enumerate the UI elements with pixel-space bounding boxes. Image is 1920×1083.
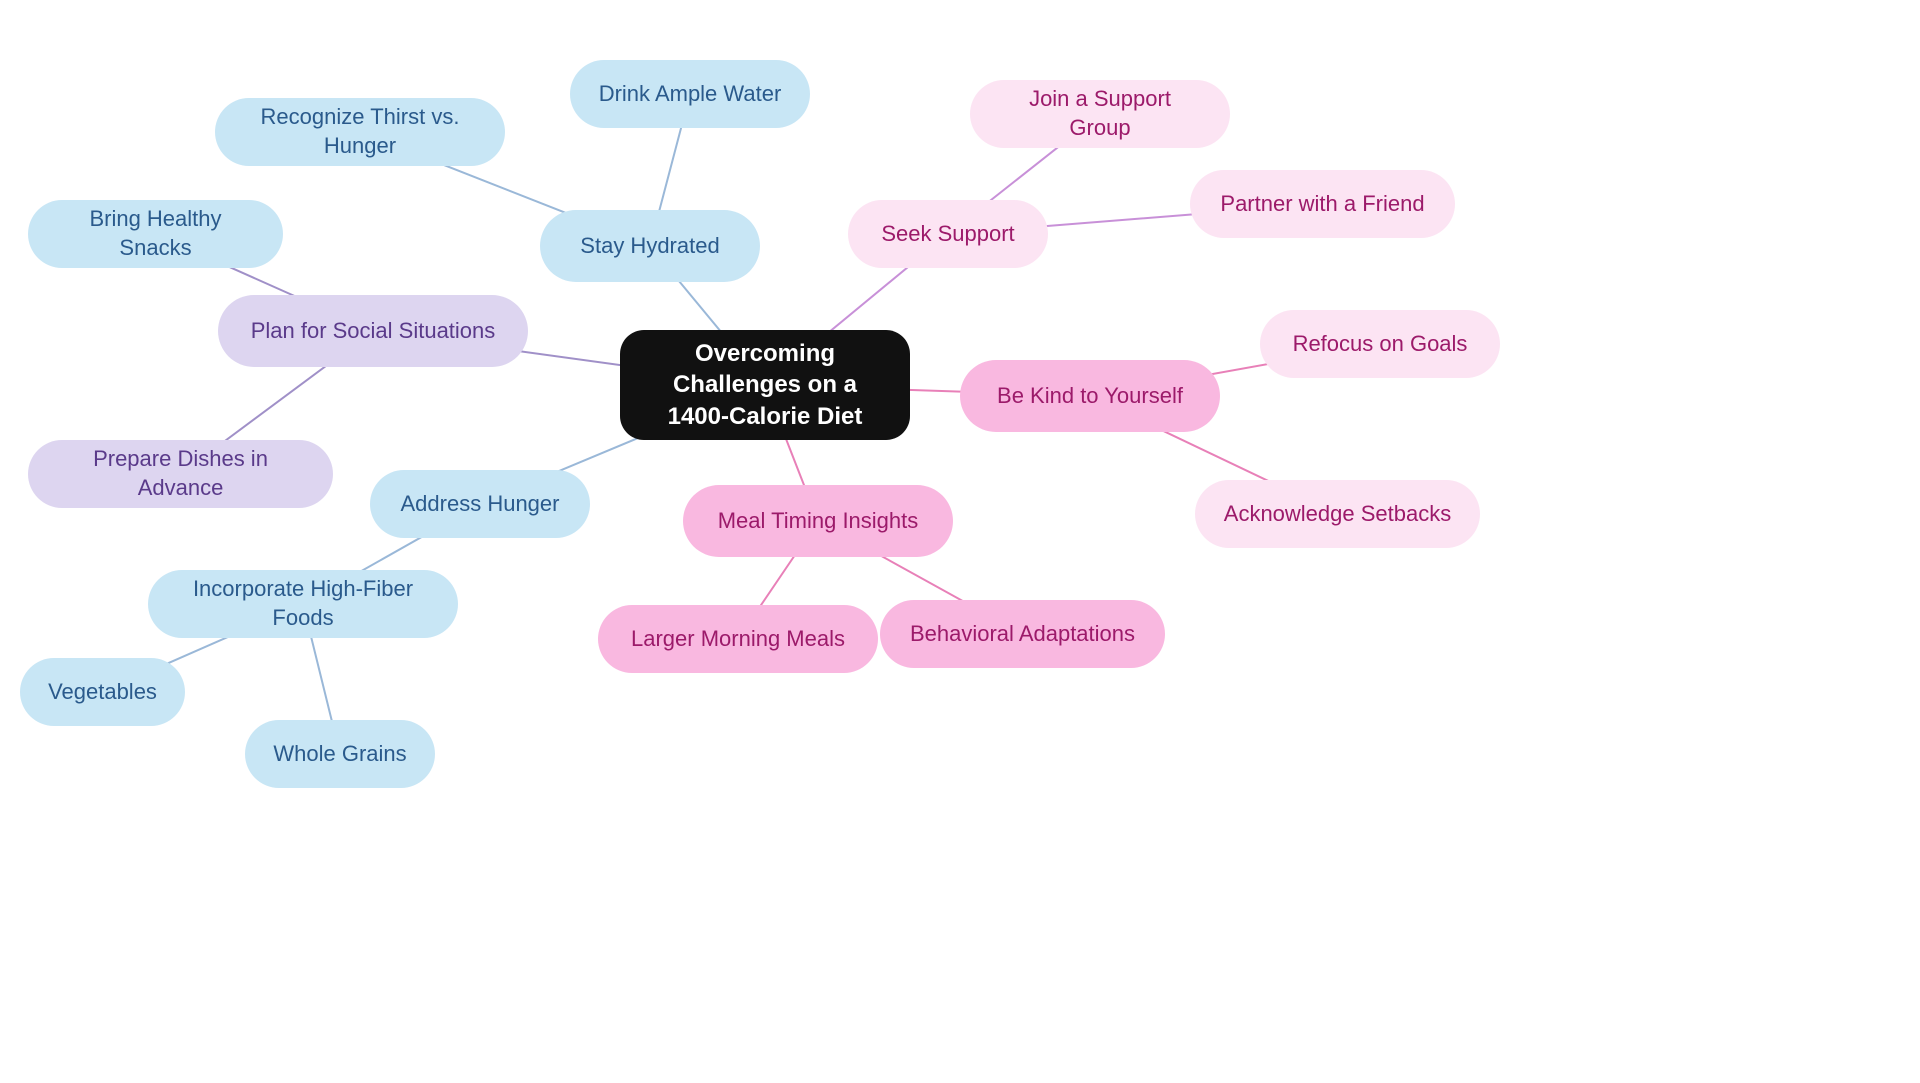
vegetables-node[interactable]: Vegetables	[20, 658, 185, 726]
larger-morning-node[interactable]: Larger Morning Meals	[598, 605, 878, 673]
meal-timing-node[interactable]: Meal Timing Insights	[683, 485, 953, 557]
high-fiber-node[interactable]: Incorporate High-Fiber Foods	[148, 570, 458, 638]
drink-water-node[interactable]: Drink Ample Water	[570, 60, 810, 128]
refocus-goals-node[interactable]: Refocus on Goals	[1260, 310, 1500, 378]
whole-grains-node[interactable]: Whole Grains	[245, 720, 435, 788]
be-kind-node[interactable]: Be Kind to Yourself	[960, 360, 1220, 432]
acknowledge-setbacks-node[interactable]: Acknowledge Setbacks	[1195, 480, 1480, 548]
social-situations-node[interactable]: Plan for Social Situations	[218, 295, 528, 367]
prepare-dishes-node[interactable]: Prepare Dishes in Advance	[28, 440, 333, 508]
partner-friend-node[interactable]: Partner with a Friend	[1190, 170, 1455, 238]
seek-support-node[interactable]: Seek Support	[848, 200, 1048, 268]
stay-hydrated-node[interactable]: Stay Hydrated	[540, 210, 760, 282]
thirst-hunger-node[interactable]: Recognize Thirst vs. Hunger	[215, 98, 505, 166]
join-group-node[interactable]: Join a Support Group	[970, 80, 1230, 148]
center-node[interactable]: Overcoming Challenges on a 1400-Calorie …	[620, 330, 910, 440]
bring-snacks-node[interactable]: Bring Healthy Snacks	[28, 200, 283, 268]
address-hunger-node[interactable]: Address Hunger	[370, 470, 590, 538]
behavioral-node[interactable]: Behavioral Adaptations	[880, 600, 1165, 668]
